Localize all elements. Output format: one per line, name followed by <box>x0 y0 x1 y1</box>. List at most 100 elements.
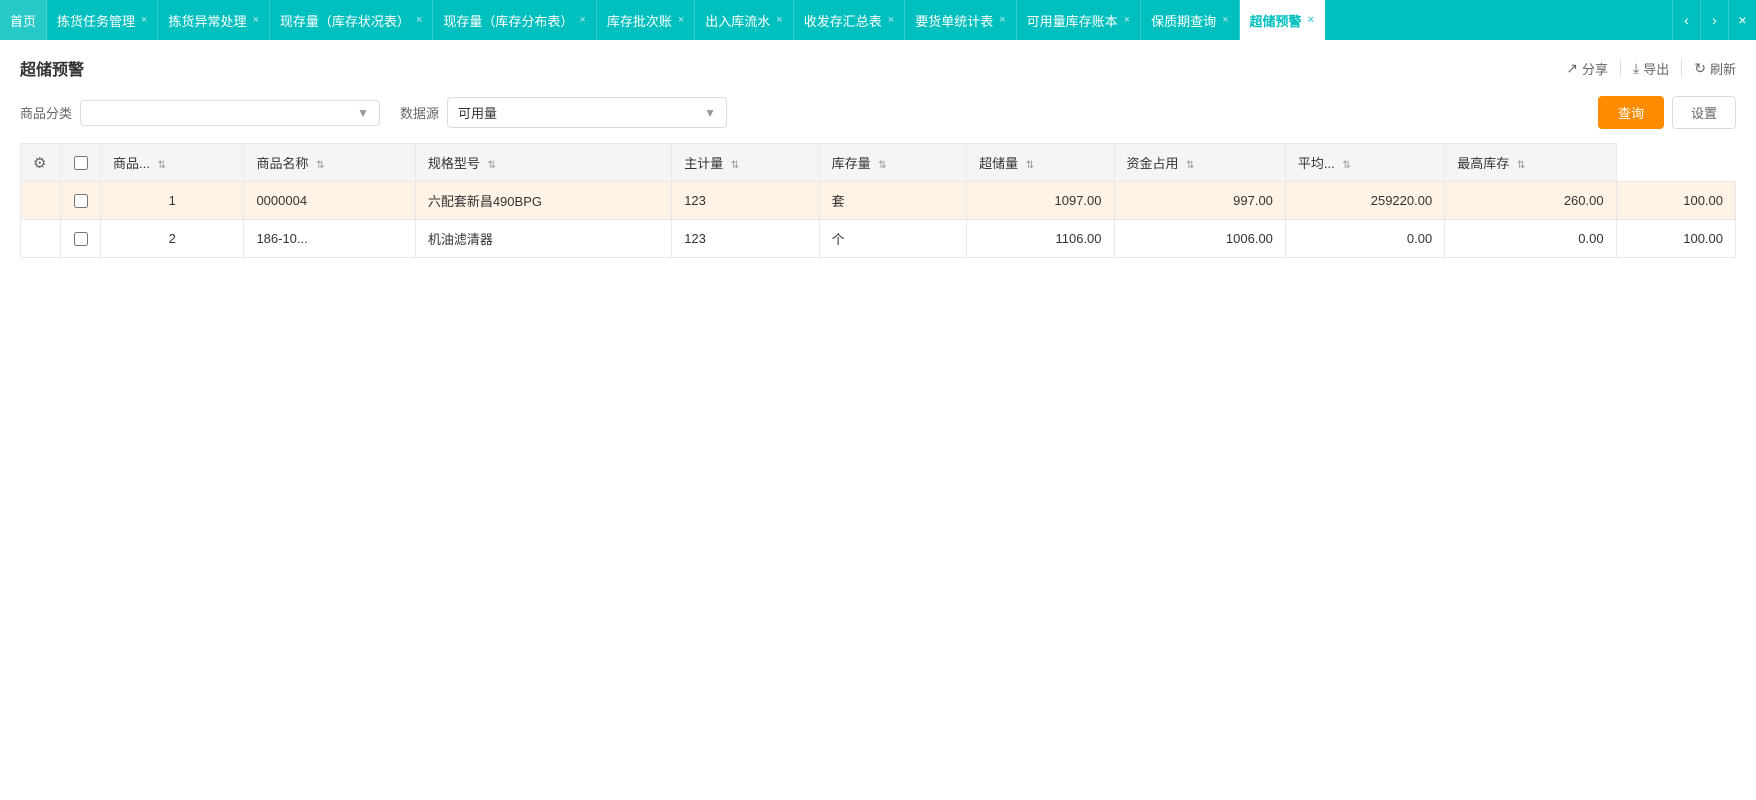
category-select[interactable]: ▼ <box>80 100 380 126</box>
td-avg-1: 0.00 <box>1445 220 1616 258</box>
filter-bar: 商品分类 ▼ 数据源 可用量 ▼ 查询 设置 <box>20 96 1736 129</box>
divider-2 <box>1681 60 1682 76</box>
th-stock-label: 库存量 <box>832 156 871 171</box>
th-name-sort-icon[interactable]: ⇅ <box>316 160 324 171</box>
th-avg: 平均... ⇅ <box>1285 144 1444 182</box>
datasource-select[interactable]: 可用量 ▼ <box>447 97 727 128</box>
nav-tab-overstock[interactable]: 超储预警 × <box>1240 0 1325 40</box>
td-checkbox-0 <box>61 182 101 220</box>
nav-tab-summary-close[interactable]: × <box>888 14 894 26</box>
category-chevron-icon: ▼ <box>357 106 369 120</box>
table-body: 1 0000004 六配套新昌490BPG 123 套 1097.00 997.… <box>21 182 1736 258</box>
nav-tab-order-stat[interactable]: 要货单统计表 × <box>905 0 1016 40</box>
row-checkbox-1[interactable] <box>74 232 88 246</box>
nav-tab-stock-dist[interactable]: 现存量（库存分布表） × <box>433 0 596 40</box>
nav-tab-pick-task-close[interactable]: × <box>141 14 147 26</box>
th-capital-sort-icon[interactable]: ⇅ <box>1186 160 1194 171</box>
nav-tab-stock-status[interactable]: 现存量（库存状况表） × <box>270 0 433 40</box>
nav-tab-batch[interactable]: 库存批次账 × <box>597 0 695 40</box>
td-code-1: 186-10... <box>244 220 415 258</box>
page-title: 超储预警 <box>20 56 84 80</box>
td-code-0: 0000004 <box>244 182 415 220</box>
filter-datasource: 数据源 可用量 ▼ <box>400 97 727 128</box>
nav-tab-batch-label: 库存批次账 <box>607 11 672 30</box>
filter-category: 商品分类 ▼ <box>20 100 380 126</box>
table-row: 1 0000004 六配套新昌490BPG 123 套 1097.00 997.… <box>21 182 1736 220</box>
settings-button[interactable]: 设置 <box>1672 96 1736 129</box>
th-over: 超储量 ⇅ <box>967 144 1114 182</box>
nav-tab-flow-close[interactable]: × <box>776 14 782 26</box>
divider-1 <box>1620 60 1621 76</box>
nav-tab-overstock-close[interactable]: × <box>1308 14 1314 26</box>
th-code-sort-icon[interactable]: ⇅ <box>157 160 165 171</box>
th-max: 最高库存 ⇅ <box>1445 144 1616 182</box>
th-stock-sort-icon[interactable]: ⇅ <box>878 160 886 171</box>
nav-tab-stock-status-close[interactable]: × <box>416 14 422 26</box>
nav-tab-expiry-label: 保质期查询 <box>1151 11 1216 30</box>
th-max-sort-icon[interactable]: ⇅ <box>1517 160 1525 171</box>
nav-tab-overstock-label: 超储预警 <box>1250 11 1302 30</box>
row-checkbox-0[interactable] <box>74 194 88 208</box>
datasource-select-value: 可用量 <box>458 103 497 122</box>
nav-tab-home-label: 首页 <box>10 11 36 30</box>
th-capital: 资金占用 ⇅ <box>1114 144 1285 182</box>
nav-arrows: ‹ › × <box>1672 0 1756 40</box>
td-settings-0 <box>21 182 61 220</box>
th-unit-sort-icon[interactable]: ⇅ <box>731 160 739 171</box>
datasource-label: 数据源 <box>400 103 439 122</box>
page-header: 超储预警 ↗ 分享 ⤓ 导出 ↻ 刷新 <box>20 56 1736 80</box>
nav-tab-flow-label: 出入库流水 <box>705 11 770 30</box>
refresh-icon: ↻ <box>1694 60 1706 77</box>
nav-tab-stock-dist-close[interactable]: × <box>579 14 585 26</box>
nav-tab-available-close[interactable]: × <box>1124 14 1130 26</box>
th-over-sort-icon[interactable]: ⇅ <box>1026 160 1034 171</box>
nav-tab-pick-task[interactable]: 拣货任务管理 × <box>47 0 158 40</box>
th-spec: 规格型号 ⇅ <box>415 144 671 182</box>
nav-tab-home[interactable]: 首页 <box>0 0 47 40</box>
select-all-checkbox[interactable] <box>74 156 88 170</box>
td-index-1: 2 <box>101 220 244 258</box>
th-settings: ⚙ <box>21 144 61 182</box>
td-over-0: 997.00 <box>1114 182 1285 220</box>
share-action[interactable]: ↗ 分享 <box>1566 59 1608 78</box>
export-icon: ⤓ <box>1633 60 1639 77</box>
category-label: 商品分类 <box>20 103 72 122</box>
nav-tab-expiry-close[interactable]: × <box>1222 14 1228 26</box>
nav-tab-expiry[interactable]: 保质期查询 × <box>1141 0 1239 40</box>
nav-arrow-left[interactable]: ‹ <box>1672 0 1700 40</box>
th-spec-label: 规格型号 <box>428 156 480 171</box>
nav-tab-flow[interactable]: 出入库流水 × <box>695 0 793 40</box>
nav-tab-summary-label: 收发存汇总表 <box>804 11 882 30</box>
nav-tab-pick-exception[interactable]: 拣货异常处理 × <box>158 0 269 40</box>
th-avg-sort-icon[interactable]: ⇅ <box>1342 160 1350 171</box>
nav-tab-pick-exception-close[interactable]: × <box>252 14 258 26</box>
nav-tab-summary[interactable]: 收发存汇总表 × <box>794 0 905 40</box>
nav-arrow-right[interactable]: › <box>1700 0 1728 40</box>
share-icon: ↗ <box>1566 60 1578 77</box>
td-max-1: 100.00 <box>1616 220 1735 258</box>
nav-tab-batch-close[interactable]: × <box>678 14 684 26</box>
query-button[interactable]: 查询 <box>1598 96 1664 129</box>
td-unit-0: 套 <box>819 182 966 220</box>
td-capital-0: 259220.00 <box>1285 182 1444 220</box>
nav-tab-pick-task-label: 拣货任务管理 <box>57 11 135 30</box>
td-avg-0: 260.00 <box>1445 182 1616 220</box>
refresh-label: 刷新 <box>1710 59 1736 78</box>
refresh-action[interactable]: ↻ 刷新 <box>1694 59 1736 78</box>
table-row: 2 186-10... 机油滤清器 123 个 1106.00 1006.00 … <box>21 220 1736 258</box>
td-settings-1 <box>21 220 61 258</box>
nav-tab-order-stat-close[interactable]: × <box>999 14 1005 26</box>
export-action[interactable]: ⤓ 导出 <box>1633 59 1669 78</box>
th-code: 商品... ⇅ <box>101 144 244 182</box>
td-stock-0: 1097.00 <box>967 182 1114 220</box>
settings-gear-icon[interactable]: ⚙ <box>33 155 46 172</box>
nav-tab-stock-dist-label: 现存量（库存分布表） <box>443 11 573 30</box>
filter-actions: 查询 设置 <box>1598 96 1736 129</box>
nav-tab-order-stat-label: 要货单统计表 <box>915 11 993 30</box>
nav-tab-available[interactable]: 可用量库存账本 × <box>1017 0 1141 40</box>
td-stock-1: 1106.00 <box>967 220 1114 258</box>
th-spec-sort-icon[interactable]: ⇅ <box>487 160 495 171</box>
nav-arrow-close[interactable]: × <box>1728 0 1756 40</box>
export-label: 导出 <box>1643 59 1669 78</box>
header-actions: ↗ 分享 ⤓ 导出 ↻ 刷新 <box>1566 59 1736 78</box>
